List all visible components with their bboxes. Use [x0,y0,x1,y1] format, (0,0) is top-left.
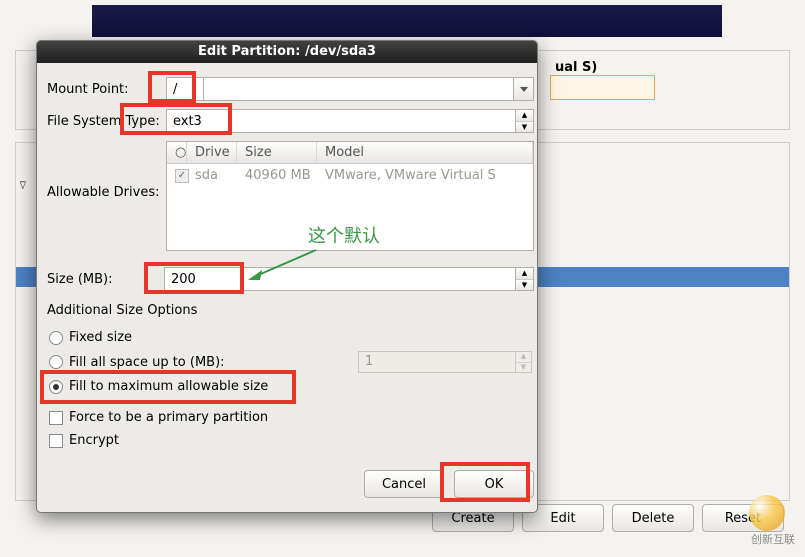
row-checkbox-icon[interactable]: ✓ [175,169,189,183]
checkbox-icon[interactable] [49,411,63,425]
annotation-text: 这个默认 [308,222,380,248]
radio-icon[interactable] [49,331,63,345]
banner [92,5,722,37]
chevron-down-icon[interactable] [513,78,533,100]
cell-model: VMware, VMware Virtual S [325,168,496,183]
additional-options-legend: Additional Size Options [47,303,534,318]
mount-point-label: Mount Point: [47,82,162,97]
size-label: Size (MB): [47,272,158,287]
fill-up-to-option[interactable]: Fill all space up to (MB): 1 ▲▼ [49,351,532,373]
radio-icon[interactable] [49,355,63,369]
fill-max-label: Fill to maximum allowable size [69,379,268,394]
checkbox-icon[interactable] [49,434,63,448]
orange-highlight [550,75,655,100]
edit-partition-dialog: Edit Partition: /dev/sda3 Mount Point: F… [36,40,538,513]
size-input[interactable] [165,268,515,290]
fixed-size-label: Fixed size [69,330,132,345]
encrypt-option[interactable]: Encrypt [49,433,532,448]
fs-type-label: File System Type: [47,114,162,129]
encrypt-label: Encrypt [69,433,119,448]
force-primary-option[interactable]: Force to be a primary partition [49,410,532,425]
radio-icon[interactable] [49,380,63,394]
cancel-button[interactable]: Cancel [364,470,444,498]
fs-type-input[interactable] [167,110,515,132]
watermark-text: 创新互联 [751,531,795,547]
col-checkbox[interactable]: ○ [167,142,187,163]
fs-type-combo[interactable]: ▲▼ [166,109,534,133]
col-model[interactable]: Model [317,142,533,163]
fixed-size-option[interactable]: Fixed size [49,330,532,345]
fill-up-to-spin: 1 ▲▼ [358,351,532,373]
device-model-partial: ual S) [555,60,597,75]
spinner-icon[interactable]: ▲▼ [515,110,533,132]
cell-drive: sda [195,168,245,183]
fill-up-to-label: Fill all space up to (MB): [69,355,225,370]
force-primary-label: Force to be a primary partition [69,410,268,425]
mount-point-input[interactable] [167,78,203,100]
dialog-title: Edit Partition: /dev/sda3 [37,41,537,63]
col-drive[interactable]: Drive [187,142,237,163]
col-size[interactable]: Size [237,142,317,163]
size-spin[interactable]: ▲▼ [164,267,534,291]
table-header: ○ Drive Size Model [167,142,533,164]
table-row[interactable]: ✓ sda 40960 MB VMware, VMware Virtual S [167,164,533,187]
delete-button[interactable]: Delete [612,504,694,532]
watermark-icon [749,495,785,531]
tree-expander-icon[interactable]: ▽ [20,180,26,191]
fill-max-option[interactable]: Fill to maximum allowable size [49,379,532,394]
spinner-icon[interactable]: ▲▼ [515,268,533,290]
fill-up-to-value: 1 [359,352,515,372]
ok-button[interactable]: OK [454,470,534,498]
allowable-drives-label: Allowable Drives: [47,141,162,200]
mount-point-combo[interactable] [166,77,534,101]
cell-size: 40960 MB [245,168,325,183]
